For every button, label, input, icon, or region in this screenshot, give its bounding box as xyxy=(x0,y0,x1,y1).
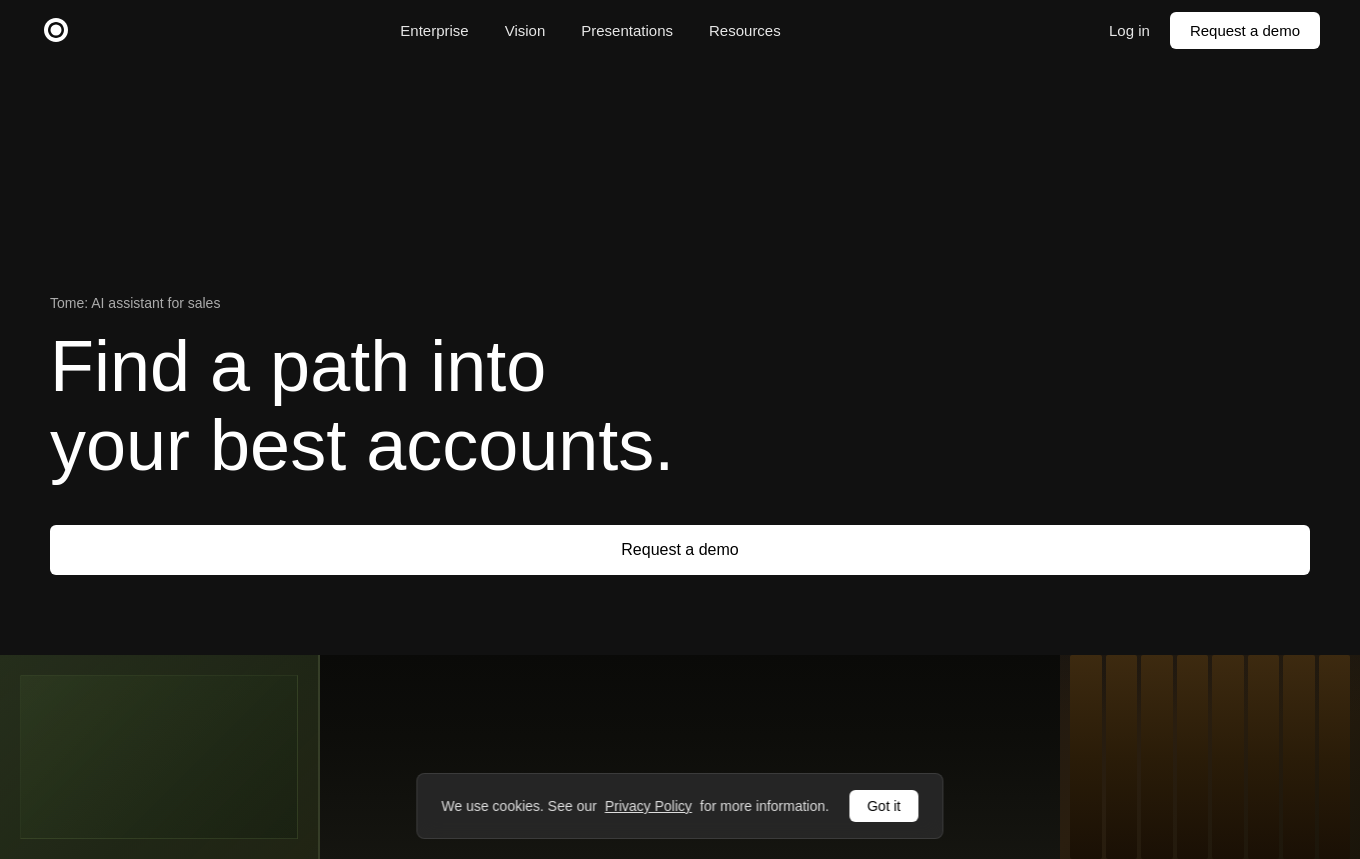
nav-resources[interactable]: Resources xyxy=(709,22,781,39)
login-link[interactable]: Log in xyxy=(1109,22,1150,39)
hero-section: Tome: AI assistant for sales Find a path… xyxy=(0,0,1360,655)
slat-4 xyxy=(1177,655,1209,859)
slat-8 xyxy=(1319,655,1351,859)
nav-presentations[interactable]: Presentations xyxy=(581,22,673,39)
slat-3 xyxy=(1141,655,1173,859)
navbar: Enterprise Vision Presentations Resource… xyxy=(0,0,1360,60)
nav-vision[interactable]: Vision xyxy=(505,22,546,39)
slat-7 xyxy=(1283,655,1315,859)
nav-links: Enterprise Vision Presentations Resource… xyxy=(400,22,780,39)
cookie-privacy-policy-link[interactable]: Privacy Policy xyxy=(605,798,692,814)
slat-1 xyxy=(1070,655,1102,859)
hero-cta-button[interactable]: Request a demo xyxy=(50,525,1310,575)
nav-enterprise[interactable]: Enterprise xyxy=(400,22,468,39)
wood-slats xyxy=(1060,655,1360,859)
cookie-got-it-button[interactable]: Got it xyxy=(849,790,918,822)
slat-5 xyxy=(1212,655,1244,859)
cookie-banner: We use cookies. See our Privacy Policy f… xyxy=(416,773,943,839)
nav-request-demo-button[interactable]: Request a demo xyxy=(1170,12,1320,49)
slat-6 xyxy=(1248,655,1280,859)
nav-right-actions: Log in Request a demo xyxy=(1109,12,1320,49)
window-reflection xyxy=(20,675,298,839)
cookie-message-before: We use cookies. See our xyxy=(441,798,596,814)
logo[interactable] xyxy=(40,14,72,46)
window-area xyxy=(0,655,320,859)
hero-headline: Find a path into your best accounts. xyxy=(50,327,750,485)
hero-eyebrow: Tome: AI assistant for sales xyxy=(50,295,1310,311)
hero-headline-line1: Find a path into xyxy=(50,326,546,406)
slat-2 xyxy=(1106,655,1138,859)
cookie-message-after: for more information. xyxy=(700,798,829,814)
hero-headline-line2: your best accounts. xyxy=(50,405,674,485)
